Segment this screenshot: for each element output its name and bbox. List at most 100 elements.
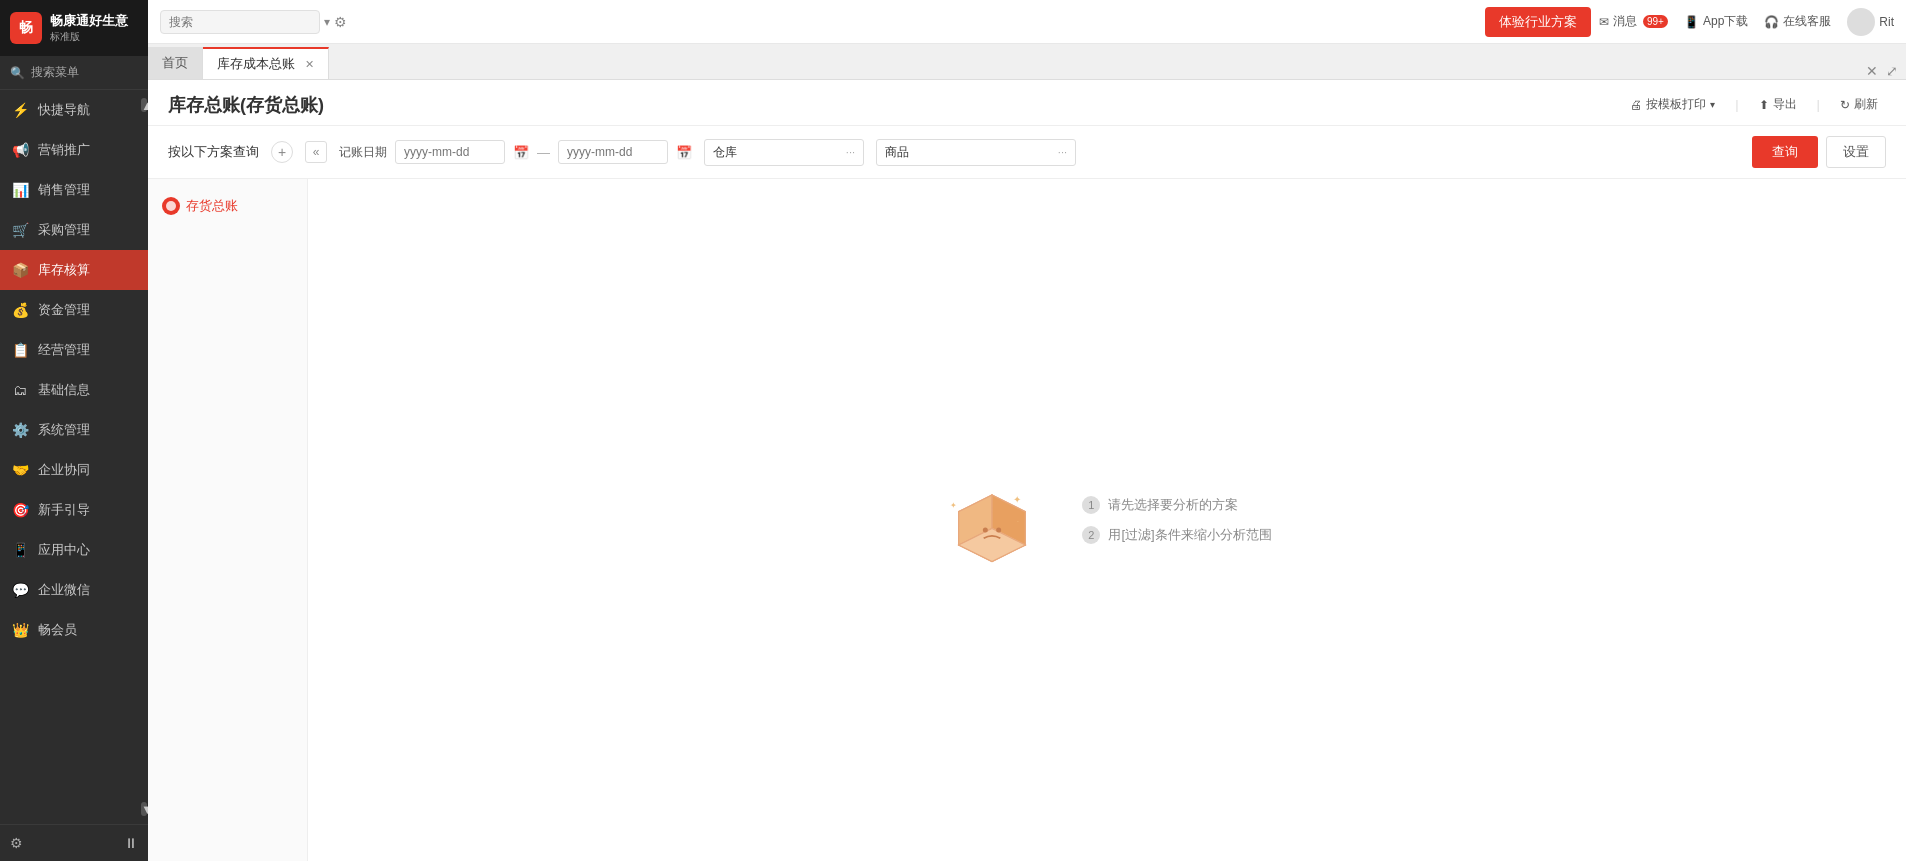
apps-icon: 📱 <box>10 540 30 560</box>
sidebar-item-marketing[interactable]: 📢 营销推广 <box>0 130 148 170</box>
empty-tips: 1 请先选择要分析的方案 2 用[过滤]条件来缩小分析范围 <box>1082 496 1271 544</box>
empty-tip-1: 1 请先选择要分析的方案 <box>1082 496 1271 514</box>
sidebar-item-sales[interactable]: 📊 销售管理 <box>0 170 148 210</box>
sidebar-item-apps[interactable]: 📱 应用中心 <box>0 530 148 570</box>
sidebar-item-label: 快捷导航 <box>38 101 90 119</box>
service-icon: 🎧 <box>1764 15 1779 29</box>
trial-btn[interactable]: 体验行业方案 <box>1485 7 1591 37</box>
topbar-search-input[interactable] <box>160 10 320 34</box>
goods-more-icon[interactable]: ··· <box>1058 146 1067 158</box>
online-service-btn[interactable]: 🎧 在线客服 <box>1764 13 1831 30</box>
tab-close-window-icon[interactable]: ✕ <box>1866 63 1878 79</box>
sidebar-item-label: 系统管理 <box>38 421 90 439</box>
print-chevron-icon[interactable]: ▾ <box>1710 99 1715 110</box>
sidebar-scrollbar-up[interactable]: ▲ <box>141 98 147 112</box>
app-version: 标准版 <box>50 30 128 43</box>
svg-point-6 <box>997 528 1002 533</box>
filter-add-btn[interactable]: + <box>271 141 293 163</box>
goods-label: 商品 <box>885 144 909 161</box>
sidebar: 畅 畅康通好生意 标准版 🔍 搜索菜单 ⚡ 快捷导航 📢 营销推广 📊 销售管理 <box>0 0 148 861</box>
shortcut-icon: ⚡ <box>10 100 30 120</box>
main-area: ▾ ⚙ 体验行业方案 ✉ 消息 99+ 📱 App下载 🎧 在线客服 Rit <box>148 0 1906 861</box>
sales-icon: 📊 <box>10 180 30 200</box>
svg-point-5 <box>983 528 988 533</box>
filter-bar: 按以下方案查询 + « 记账日期 📅 — 📅 仓库 ··· 商品 ··· 查询 <box>148 126 1906 179</box>
date-start-calendar-icon[interactable]: 📅 <box>513 145 529 160</box>
sidebar-item-purchase[interactable]: 🛒 采购管理 <box>0 210 148 250</box>
content-body: 存货总账 <box>148 179 1906 861</box>
tab-close-icon[interactable]: ✕ <box>305 58 314 71</box>
sidebar-item-finance[interactable]: 💰 资金管理 <box>0 290 148 330</box>
online-service-label: 在线客服 <box>1783 13 1831 30</box>
app-logo-text: 畅康通好生意 标准版 <box>50 13 128 43</box>
goods-filter[interactable]: 商品 ··· <box>876 139 1076 166</box>
export-btn[interactable]: ⬆ 导出 <box>1751 92 1805 117</box>
sidebar-item-system[interactable]: ⚙️ 系统管理 <box>0 410 148 450</box>
inventory-ledger-icon <box>162 197 180 215</box>
date-end-calendar-icon[interactable]: 📅 <box>676 145 692 160</box>
sidebar-item-operations[interactable]: 📋 经营管理 <box>0 330 148 370</box>
settings-btn[interactable]: 设置 <box>1826 136 1886 168</box>
operations-icon: 📋 <box>10 340 30 360</box>
refresh-label: 刷新 <box>1854 96 1878 113</box>
newbie-icon: 🎯 <box>10 500 30 520</box>
tip-text-1: 请先选择要分析的方案 <box>1108 496 1238 514</box>
inventory-icon: 📦 <box>10 260 30 280</box>
basic-icon: 🗂 <box>10 380 30 400</box>
query-btn[interactable]: 查询 <box>1752 136 1818 168</box>
topbar-settings-icon[interactable]: ⚙ <box>334 14 347 30</box>
export-icon: ⬆ <box>1759 98 1769 112</box>
message-btn[interactable]: ✉ 消息 99+ <box>1599 13 1668 30</box>
message-label: 消息 <box>1613 13 1637 30</box>
sidebar-item-shortcut[interactable]: ⚡ 快捷导航 <box>0 90 148 130</box>
svg-point-0 <box>166 201 176 211</box>
user-avatar-area[interactable]: Rit <box>1847 8 1894 36</box>
topbar-right: ✉ 消息 99+ 📱 App下载 🎧 在线客服 Rit <box>1599 8 1894 36</box>
sidebar-footer: ⚙ ⏸ <box>0 824 148 861</box>
sidebar-item-newbie[interactable]: 🎯 新手引导 <box>0 490 148 530</box>
sidebar-nav: ⚡ 快捷导航 📢 营销推广 📊 销售管理 🛒 采购管理 📦 库存核算 💰 <box>0 90 148 824</box>
print-label: 按模板打印 <box>1646 96 1706 113</box>
finance-icon: 💰 <box>10 300 30 320</box>
settings-icon[interactable]: ⚙ <box>10 835 23 851</box>
date-start-input[interactable] <box>395 140 505 164</box>
cooperation-icon: 🤝 <box>10 460 30 480</box>
svg-text:✦: ✦ <box>1013 494 1021 505</box>
refresh-icon: ↻ <box>1840 98 1850 112</box>
sidebar-item-inventory[interactable]: 📦 库存核算 <box>0 250 148 290</box>
app-logo-icon: 畅 <box>10 12 42 44</box>
sidebar-search[interactable]: 🔍 搜索菜单 <box>0 56 148 90</box>
sidebar-item-wechat[interactable]: 💬 企业微信 <box>0 570 148 610</box>
tab-resize-icon[interactable]: ⤢ <box>1886 63 1898 79</box>
refresh-btn[interactable]: ↻ 刷新 <box>1832 92 1886 117</box>
tab-home-label: 首页 <box>162 54 188 72</box>
app-download-label: App下载 <box>1703 13 1748 30</box>
sidebar-item-cooperation[interactable]: 🤝 企业协同 <box>0 450 148 490</box>
tab-home[interactable]: 首页 <box>148 47 203 79</box>
filter-actions: 查询 设置 <box>1752 136 1886 168</box>
warehouse-filter[interactable]: 仓库 ··· <box>704 139 864 166</box>
date-dash: — <box>537 145 550 160</box>
warehouse-more-icon[interactable]: ··· <box>846 146 855 158</box>
app-download-btn[interactable]: 📱 App下载 <box>1684 13 1748 30</box>
page-title: 库存总账(存货总账) <box>168 93 324 117</box>
filter-collapse-btn[interactable]: « <box>305 141 327 163</box>
sidebar-item-label: 企业微信 <box>38 581 90 599</box>
svg-text:✦: ✦ <box>951 500 958 510</box>
tab-inventory-cost[interactable]: 库存成本总账 ✕ <box>203 47 329 79</box>
sidebar-item-label: 营销推广 <box>38 141 90 159</box>
sidebar-item-basic[interactable]: 🗂 基础信息 <box>0 370 148 410</box>
svg-text:·: · <box>1017 518 1019 525</box>
page-header: 库存总账(存货总账) 🖨 按模板打印 ▾ | ⬆ 导出 | ↻ 刷新 <box>148 80 1906 126</box>
sidebar-item-label: 资金管理 <box>38 301 90 319</box>
collapse-icon[interactable]: ⏸ <box>124 835 138 851</box>
topbar-chevron-icon[interactable]: ▾ <box>324 15 330 29</box>
tip-text-2: 用[过滤]条件来缩小分析范围 <box>1108 526 1271 544</box>
side-filter-item-label: 存货总账 <box>186 197 238 215</box>
sidebar-scrollbar-down[interactable]: ▼ <box>141 802 147 816</box>
date-end-input[interactable] <box>558 140 668 164</box>
sidebar-item-vip[interactable]: 👑 畅会员 <box>0 610 148 650</box>
print-btn[interactable]: 🖨 按模板打印 ▾ <box>1622 92 1723 117</box>
date-filter-section: 记账日期 📅 — 📅 <box>339 140 692 164</box>
side-filter-item-inventory-ledger[interactable]: 存货总账 <box>148 189 307 223</box>
